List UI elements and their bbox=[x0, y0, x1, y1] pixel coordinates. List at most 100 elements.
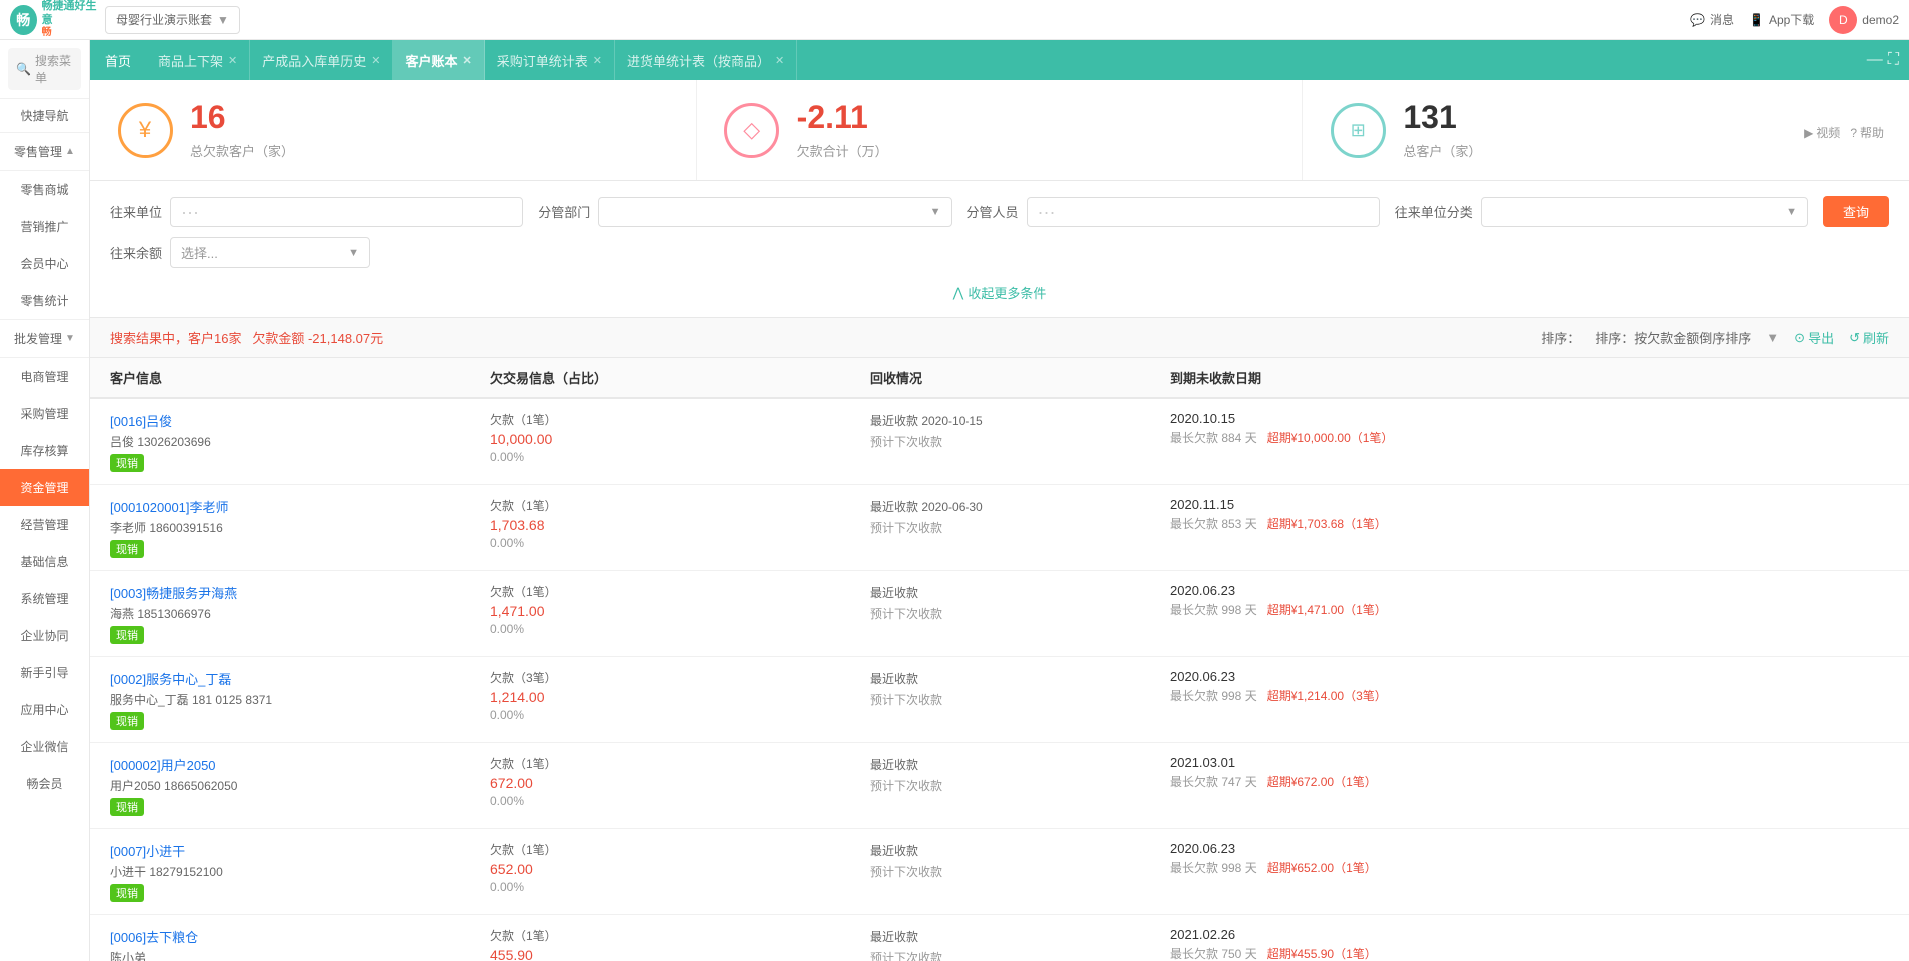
sidebar-item-marketing[interactable]: 营销推广 bbox=[0, 208, 89, 245]
table-container: 客户信息 欠交易信息（占比） 回收情况 到期未收款日期 [0016]吕俊 吕俊 … bbox=[90, 358, 1909, 961]
sidebar-item-wechat[interactable]: 企业微信 bbox=[0, 728, 89, 765]
sidebar-item-purchase[interactable]: 采购管理 bbox=[0, 395, 89, 432]
customer-tag: 现销 bbox=[110, 540, 144, 558]
overdue-amount[interactable]: 超期¥652.00（1笔） bbox=[1267, 861, 1377, 875]
sidebar-item-app-center[interactable]: 应用中心 bbox=[0, 691, 89, 728]
customer-name[interactable]: [0001020001]李老师 bbox=[110, 497, 490, 516]
sidebar-item-operations[interactable]: 经营管理 bbox=[0, 506, 89, 543]
message-btn[interactable]: 💬 消息 bbox=[1690, 11, 1734, 28]
tab-close-import-stat[interactable]: ✕ bbox=[775, 54, 784, 67]
tab-product-off[interactable]: 商品上下架 ✕ bbox=[146, 40, 250, 80]
tab-product-history[interactable]: 产成品入库单历史 ✕ bbox=[250, 40, 393, 80]
overdue-amount[interactable]: 超期¥455.90（1笔） bbox=[1267, 947, 1377, 961]
balance-select[interactable]: 选择... ▼ bbox=[170, 237, 370, 268]
collection-info-cell: 最近收款 2020-10-15 预计下次收款 bbox=[870, 411, 1170, 450]
customer-info-cell: [0006]去下粮仓 陈小弟 现销 bbox=[110, 927, 490, 961]
collection-info-cell: 最近收款 预计下次收款 bbox=[870, 841, 1170, 880]
table-row: [0003]畅捷服务尹海燕 海燕 18513066976 现销 欠款（1笔） 1… bbox=[90, 571, 1909, 657]
top-bar: 畅 畅捷通好生意 畅 母婴行业演示账套 ▼ 💬 消息 📱 App下载 D dem… bbox=[0, 0, 1909, 40]
debt-amount: 1,703.68 bbox=[490, 517, 870, 533]
logo-area: 畅 畅捷通好生意 畅 bbox=[10, 0, 100, 38]
sidebar-item-warehouse[interactable]: 库存核算 bbox=[0, 432, 89, 469]
customer-phone: 用户2050 18665062050 bbox=[110, 777, 490, 794]
sidebar-item-batch-mgmt[interactable]: 批发管理 ▼ bbox=[0, 319, 89, 358]
sidebar-item-vip[interactable]: 畅会员 bbox=[0, 765, 89, 802]
customer-phone: 吕俊 13026203696 bbox=[110, 433, 490, 450]
help-btn[interactable]: ?帮助 bbox=[1850, 124, 1884, 141]
industry-selector[interactable]: 母婴行业演示账套 ▼ bbox=[105, 6, 240, 34]
overdue-amount[interactable]: 超期¥1,214.00（3笔） bbox=[1267, 689, 1387, 703]
video-btn[interactable]: ▶视频 bbox=[1804, 124, 1840, 141]
customer-name[interactable]: [0006]去下粮仓 bbox=[110, 927, 490, 946]
collapse-btn[interactable]: ⋀ 收起更多条件 bbox=[110, 278, 1889, 307]
sidebar-item-system[interactable]: 系统管理 bbox=[0, 580, 89, 617]
overdue-days: 最长欠款 998 天 超期¥1,471.00（1笔） bbox=[1170, 601, 1889, 618]
search-button[interactable]: 查询 bbox=[1823, 196, 1889, 227]
col-header-collection: 回收情况 bbox=[870, 368, 1170, 387]
stat-card-total-customers: ⊞ 131 总客户（家） ▶视频 ?帮助 bbox=[1303, 80, 1909, 180]
app-container: 畅 畅捷通好生意 畅 母婴行业演示账套 ▼ 💬 消息 📱 App下载 D dem… bbox=[0, 0, 1909, 961]
customer-tag: 现销 bbox=[110, 884, 144, 902]
overdue-days: 最长欠款 853 天 超期¥1,703.68（1笔） bbox=[1170, 515, 1889, 532]
debt-ratio: 0.00% bbox=[490, 794, 870, 808]
customer-tag: 现销 bbox=[110, 712, 144, 730]
filter-item-balance: 往来余额 选择... ▼ bbox=[110, 237, 1889, 268]
next-collection: 预计下次收款 bbox=[870, 949, 1170, 961]
unit-category-select[interactable]: ▼ bbox=[1481, 197, 1808, 227]
filter-item-unit-category: 往来单位分类 ▼ bbox=[1395, 197, 1808, 227]
export-btn[interactable]: ⊙ 导出 bbox=[1794, 328, 1834, 347]
tab-close-customer-account[interactable]: ✕ bbox=[463, 54, 472, 67]
tab-close-product-off[interactable]: ✕ bbox=[228, 54, 237, 67]
sidebar-search[interactable]: 🔍 搜索菜单 bbox=[0, 40, 89, 99]
sidebar-quick-nav[interactable]: 快捷导航 bbox=[0, 99, 89, 133]
refresh-btn[interactable]: ↺ 刷新 bbox=[1849, 328, 1889, 347]
logo-text: 畅捷通好生意 畅 bbox=[42, 0, 100, 38]
overdue-cell: 2020.11.15 最长欠款 853 天 超期¥1,703.68（1笔） bbox=[1170, 497, 1889, 532]
sidebar-item-newbie[interactable]: 新手引导 bbox=[0, 654, 89, 691]
overdue-amount[interactable]: 超期¥10,000.00（1笔） bbox=[1267, 431, 1394, 445]
customer-name[interactable]: [0016]吕俊 bbox=[110, 411, 490, 430]
sidebar-item-retail-mgmt[interactable]: 零售管理 ▲ bbox=[0, 133, 89, 171]
tab-close-product-history[interactable]: ✕ bbox=[371, 54, 380, 67]
sidebar-item-basic-info[interactable]: 基础信息 bbox=[0, 543, 89, 580]
tab-purchase-order[interactable]: 采购订单统计表 ✕ bbox=[485, 40, 615, 80]
overdue-amount[interactable]: 超期¥672.00（1笔） bbox=[1267, 775, 1377, 789]
tab-bar: 首页 商品上下架 ✕ 产成品入库单历史 ✕ 客户账本 ✕ 采购订单统计表 ✕ bbox=[90, 40, 1909, 80]
customer-name[interactable]: [0003]畅捷服务尹海燕 bbox=[110, 583, 490, 602]
customer-name[interactable]: [0002]服务中心_丁磊 bbox=[110, 669, 490, 688]
app-download-btn[interactable]: 📱 App下载 bbox=[1749, 11, 1814, 28]
sidebar-item-finance[interactable]: 资金管理 bbox=[0, 469, 89, 506]
recent-collection: 最近收款 bbox=[870, 669, 1170, 691]
customer-name[interactable]: [0007]小进干 bbox=[110, 841, 490, 860]
tab-customer-account[interactable]: 客户账本 ✕ bbox=[393, 40, 484, 80]
sidebar-item-enterprise[interactable]: 企业协同 bbox=[0, 617, 89, 654]
stat-value-debt-customers: 16 bbox=[190, 100, 671, 135]
debt-info-cell: 欠款（1笔） 10,000.00 0.00% bbox=[490, 411, 870, 464]
customer-name[interactable]: [000002]用户2050 bbox=[110, 755, 490, 774]
overdue-amount[interactable]: 超期¥1,703.68（1笔） bbox=[1267, 517, 1387, 531]
debt-info-cell: 欠款（1笔） 1,703.68 0.00% bbox=[490, 497, 870, 550]
source-unit-input[interactable]: ··· bbox=[170, 197, 523, 227]
stat-card-debt-amount: ◇ -2.11 欠款合计（万） bbox=[697, 80, 1304, 180]
department-select[interactable]: ▼ bbox=[598, 197, 951, 227]
tab-import-stat[interactable]: 进货单统计表（按商品） ✕ bbox=[615, 40, 797, 80]
debt-ratio: 0.00% bbox=[490, 536, 870, 550]
manager-input[interactable]: ··· bbox=[1027, 197, 1380, 227]
sidebar-item-retail-mall[interactable]: 零售商城 bbox=[0, 171, 89, 208]
tab-minimize-btn[interactable]: — bbox=[1867, 51, 1883, 69]
sidebar-item-ecommerce[interactable]: 电商管理 bbox=[0, 358, 89, 395]
debt-count: 欠款（1笔） bbox=[490, 497, 870, 514]
debt-ratio: 0.00% bbox=[490, 450, 870, 464]
sidebar-item-retail-stats[interactable]: 零售统计 bbox=[0, 282, 89, 319]
user-btn[interactable]: D demo2 bbox=[1829, 6, 1899, 34]
sidebar-item-member[interactable]: 会员中心 bbox=[0, 245, 89, 282]
customer-phone: 海燕 18513066976 bbox=[110, 605, 490, 622]
tab-maximize-btn[interactable]: ⛶ bbox=[1888, 51, 1899, 69]
overdue-amount[interactable]: 超期¥1,471.00（1笔） bbox=[1267, 603, 1387, 617]
tab-home[interactable]: 首页 bbox=[90, 51, 146, 70]
tab-close-purchase-order[interactable]: ✕ bbox=[593, 54, 602, 67]
debt-amount: 455.90 bbox=[490, 947, 870, 961]
recent-collection: 最近收款 bbox=[870, 927, 1170, 949]
stat-value-debt-amount: -2.11 bbox=[797, 100, 1278, 135]
overdue-date: 2020.11.15 bbox=[1170, 497, 1889, 512]
